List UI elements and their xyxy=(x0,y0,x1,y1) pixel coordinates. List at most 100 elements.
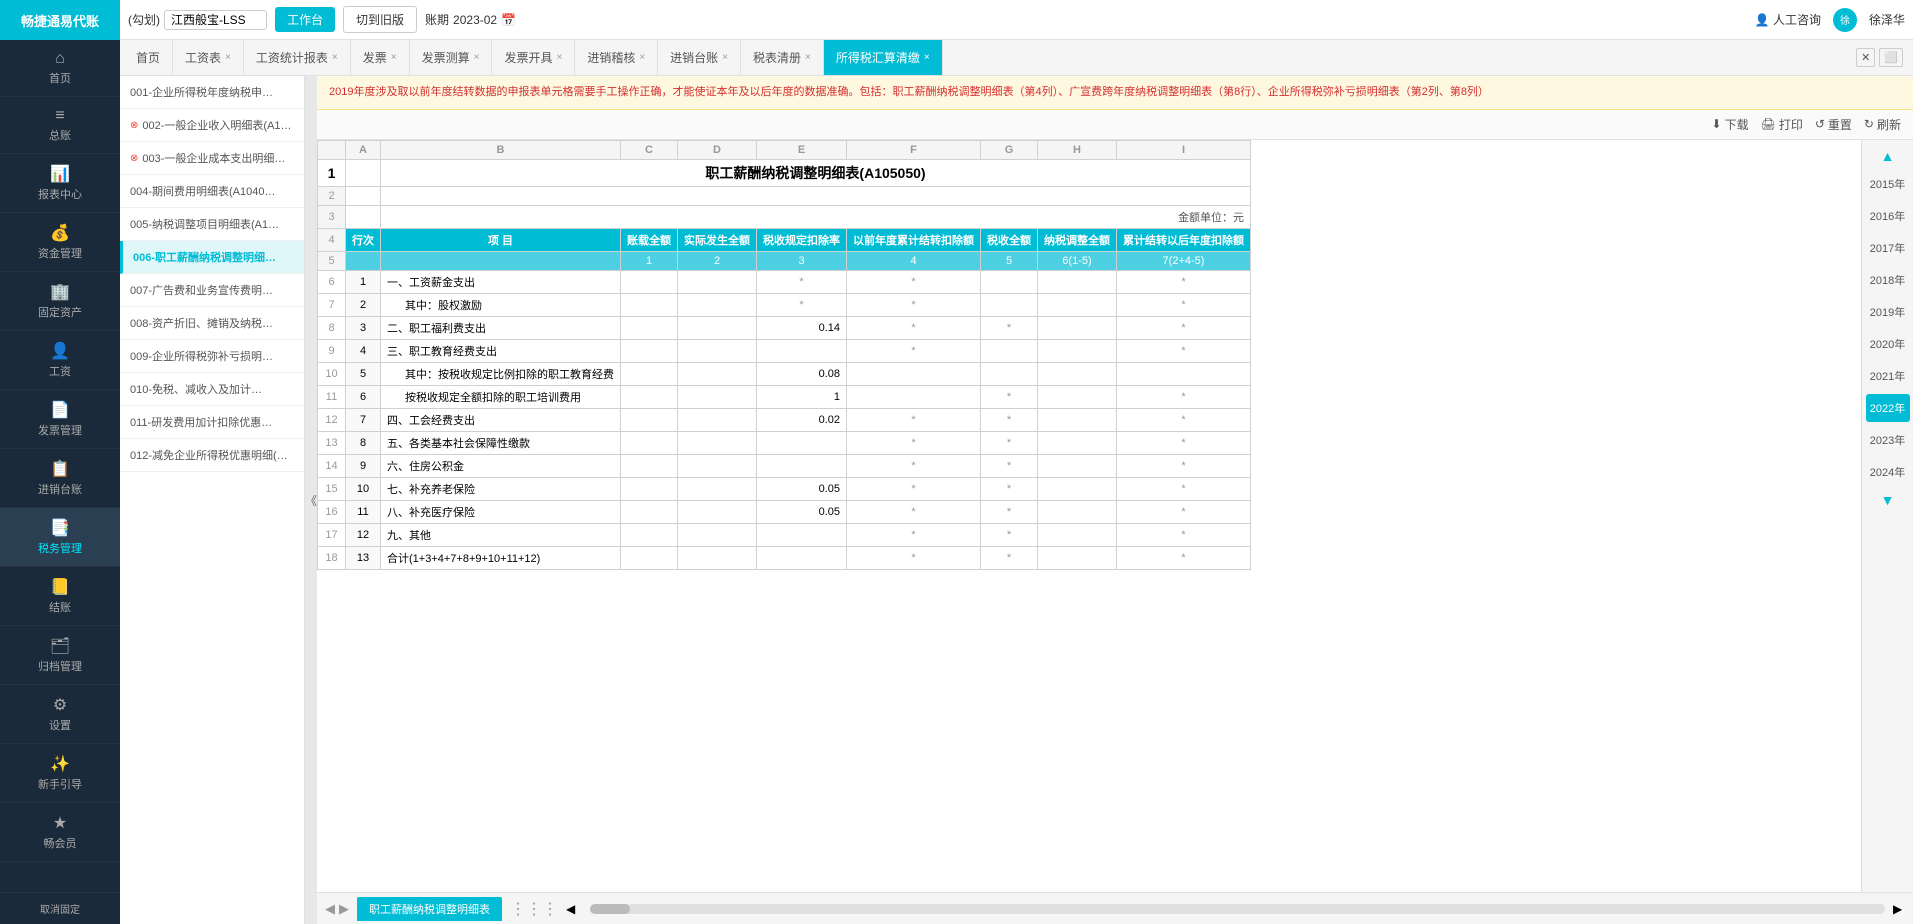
col-g: G xyxy=(981,140,1038,159)
tab-salary-report[interactable]: 工资统计报表 × xyxy=(244,40,351,76)
workspace-button[interactable]: 工作台 xyxy=(275,7,335,32)
header-item: 项 目 xyxy=(381,228,621,251)
form-list-item-002[interactable]: ⊗ 002-一般企业收入明细表(A1… xyxy=(120,109,304,142)
sidebar-item-invoice[interactable]: 📄 发票管理 xyxy=(0,390,120,449)
form-list-panel: 001-企业所得税年度纳税申… ⊗ 002-一般企业收入明细表(A1… ⊗ 00… xyxy=(120,76,305,924)
sidebar-item-sales[interactable]: 📋 进销台账 xyxy=(0,449,120,508)
tab-income-tax[interactable]: 所得税汇算清缴 × xyxy=(824,40,943,76)
bottom-scrollbar[interactable] xyxy=(590,904,1885,914)
year-2016[interactable]: 2016年 xyxy=(1866,202,1910,230)
tab-invoice-open-close[interactable]: × xyxy=(556,52,562,63)
table-area: 2019年度涉及取以前年度结转数据的申报表单元格需要手工操作正确，才能使证本年及… xyxy=(317,76,1913,924)
form-list-item-006[interactable]: 006-职工薪酬纳税调整明细… xyxy=(120,241,304,274)
switch-version-button[interactable]: 切到旧版 xyxy=(343,6,417,33)
tab-tax-register[interactable]: 税表清册 × xyxy=(741,40,824,76)
tab-invoice-calc-label: 发票测算 xyxy=(422,49,470,66)
customer-service[interactable]: 👤 人工咨询 xyxy=(1755,11,1821,28)
scroll-left-btn[interactable]: ◀ xyxy=(566,902,582,916)
tab-salary-close[interactable]: × xyxy=(225,52,231,63)
sidebar-footer-cancel[interactable]: 取消固定 xyxy=(0,892,120,924)
form-list-item-001[interactable]: 001-企业所得税年度纳税申… xyxy=(120,76,304,109)
year-2023[interactable]: 2023年 xyxy=(1866,426,1910,454)
print-icon: 🖨 xyxy=(1761,117,1776,131)
sheet-nav-right[interactable]: ▶ xyxy=(339,901,349,917)
tab-sales-ledger[interactable]: 进销台账 × xyxy=(658,40,741,76)
scroll-right-btn[interactable]: ▶ xyxy=(1893,902,1909,916)
sheet-tab[interactable]: 职工薪酬纳税调整明细表 xyxy=(357,897,502,921)
form-list-item-012[interactable]: 012-减免企业所得税优惠明细(… xyxy=(120,439,304,472)
reset-label: 重置 xyxy=(1828,116,1852,133)
tab-income-tax-close[interactable]: × xyxy=(924,52,930,63)
sidebar-item-ledger[interactable]: ≡ 总账 xyxy=(0,97,120,154)
table-row: 10 5 其中：按税收规定比例扣除的职工教育经费 0.08 xyxy=(318,362,1251,385)
form-list-item-008[interactable]: 008-资产折旧、摊销及纳税… xyxy=(120,307,304,340)
tab-salary-label: 工资表 xyxy=(185,49,221,66)
year-2019[interactable]: 2019年 xyxy=(1866,298,1910,326)
table-title-row: 1 职工薪酬纳税调整明细表(A105050) xyxy=(318,159,1251,186)
sidebar-item-vip[interactable]: ★ 畅会员 xyxy=(0,803,120,862)
sidebar-item-finance[interactable]: 💰 资金管理 xyxy=(0,213,120,272)
tab-audit-close[interactable]: × xyxy=(639,52,645,63)
tab-invoice-calc-close[interactable]: × xyxy=(474,52,480,63)
company-dropdown[interactable]: 江西般宝-LSS xyxy=(164,10,267,30)
sidebar-item-tax[interactable]: 📑 税务管理 xyxy=(0,508,120,567)
year-2017[interactable]: 2017年 xyxy=(1866,234,1910,262)
tab-tax-register-label: 税表清册 xyxy=(753,49,801,66)
tab-audit-label: 进销稽核 xyxy=(587,49,635,66)
company-prefix: (勾划) xyxy=(128,11,160,28)
reset-button[interactable]: ↺ 重置 xyxy=(1815,116,1852,133)
form-list-item-010[interactable]: 010-免税、减收入及加计… xyxy=(120,373,304,406)
sidebar-item-closing[interactable]: 📒 结账 xyxy=(0,567,120,626)
sheet-menu-button[interactable]: ⋮⋮⋮ xyxy=(502,899,566,919)
reset-icon: ↺ xyxy=(1815,117,1825,131)
sidebar-item-guide[interactable]: ✨ 新手引导 xyxy=(0,744,120,803)
sidebar-item-assets[interactable]: 🏢 固定资产 xyxy=(0,272,120,331)
year-2022[interactable]: 2022年 xyxy=(1866,394,1910,422)
sidebar-item-home[interactable]: ⌂ 首页 xyxy=(0,40,120,97)
tab-tax-register-close[interactable]: × xyxy=(805,52,811,63)
report-icon: 📊 xyxy=(50,164,70,184)
tab-controls: ✕ ⬜ xyxy=(1850,48,1909,67)
tab-sales-ledger-close[interactable]: × xyxy=(722,52,728,63)
restore-tab-button[interactable]: ⬜ xyxy=(1879,48,1903,67)
table-row: 12 7 四、工会经费支出 0.02 * * * xyxy=(318,408,1251,431)
sidebar-item-archive[interactable]: 🗂 归档管理 xyxy=(0,626,120,685)
tab-salary-report-close[interactable]: × xyxy=(332,52,338,63)
refresh-button[interactable]: ↻ 刷新 xyxy=(1864,116,1901,133)
year-2015[interactable]: 2015年 xyxy=(1866,170,1910,198)
col-header-row: 4 行次 项 目 账载全额 实际发生全额 税收规定扣除率 以前年度累计结转扣除额… xyxy=(318,228,1251,251)
sidebar-item-settings[interactable]: ⚙ 设置 xyxy=(0,685,120,744)
tab-invoice-close[interactable]: × xyxy=(391,52,397,63)
print-button[interactable]: 🖨 打印 xyxy=(1761,116,1803,133)
tab-audit[interactable]: 进销稽核 × xyxy=(575,40,658,76)
year-2021[interactable]: 2021年 xyxy=(1866,362,1910,390)
year-2020[interactable]: 2020年 xyxy=(1866,330,1910,358)
year-2024[interactable]: 2024年 xyxy=(1866,458,1910,486)
close-all-tabs-button[interactable]: ✕ xyxy=(1856,48,1875,67)
tab-home[interactable]: 首页 xyxy=(124,40,173,76)
form-list-item-011[interactable]: 011-研发费用加计扣除优惠… xyxy=(120,406,304,439)
tab-invoice-calc[interactable]: 发票测算 × xyxy=(410,40,493,76)
download-button[interactable]: ⬇ 下载 xyxy=(1712,116,1749,133)
bottom-strip: ◀ ▶ 职工薪酬纳税调整明细表 ⋮⋮⋮ ◀ ▶ xyxy=(317,892,1913,924)
tab-salary[interactable]: 工资表 × xyxy=(173,40,244,76)
sidebar-item-label: 税务管理 xyxy=(38,540,82,556)
form-list-item-003[interactable]: ⊗ 003-一般企业成本支出明细… xyxy=(120,142,304,175)
sheet-nav-left[interactable]: ◀ xyxy=(325,901,335,917)
num-item xyxy=(381,251,621,270)
form-list-item-005[interactable]: 005-纳税调整项目明细表(A1… xyxy=(120,208,304,241)
year-2018[interactable]: 2018年 xyxy=(1866,266,1910,294)
collapse-panel-button[interactable]: 《 xyxy=(305,76,317,924)
topbar: (勾划) 江西般宝-LSS 工作台 切到旧版 账期 2023-02 📅 👤 人工… xyxy=(120,0,1913,40)
form-list-item-009[interactable]: 009-企业所得税弥补亏损明… xyxy=(120,340,304,373)
tab-invoice-open[interactable]: 发票开具 × xyxy=(492,40,575,76)
sidebar-item-salary[interactable]: 👤 工资 xyxy=(0,331,120,390)
year-down-button[interactable]: ▼ xyxy=(1877,488,1899,512)
form-list-item-007[interactable]: 007-广告费和业务宣传费明… xyxy=(120,274,304,307)
tab-invoice[interactable]: 发票 × xyxy=(351,40,410,76)
form-list-item-004[interactable]: 004-期间费用明细表(A1040… xyxy=(120,175,304,208)
sidebar-item-report[interactable]: 📊 报表中心 xyxy=(0,154,120,213)
home-icon: ⌂ xyxy=(55,50,65,68)
year-up-button[interactable]: ▲ xyxy=(1877,144,1899,168)
period-calendar-icon[interactable]: 📅 xyxy=(501,13,516,27)
